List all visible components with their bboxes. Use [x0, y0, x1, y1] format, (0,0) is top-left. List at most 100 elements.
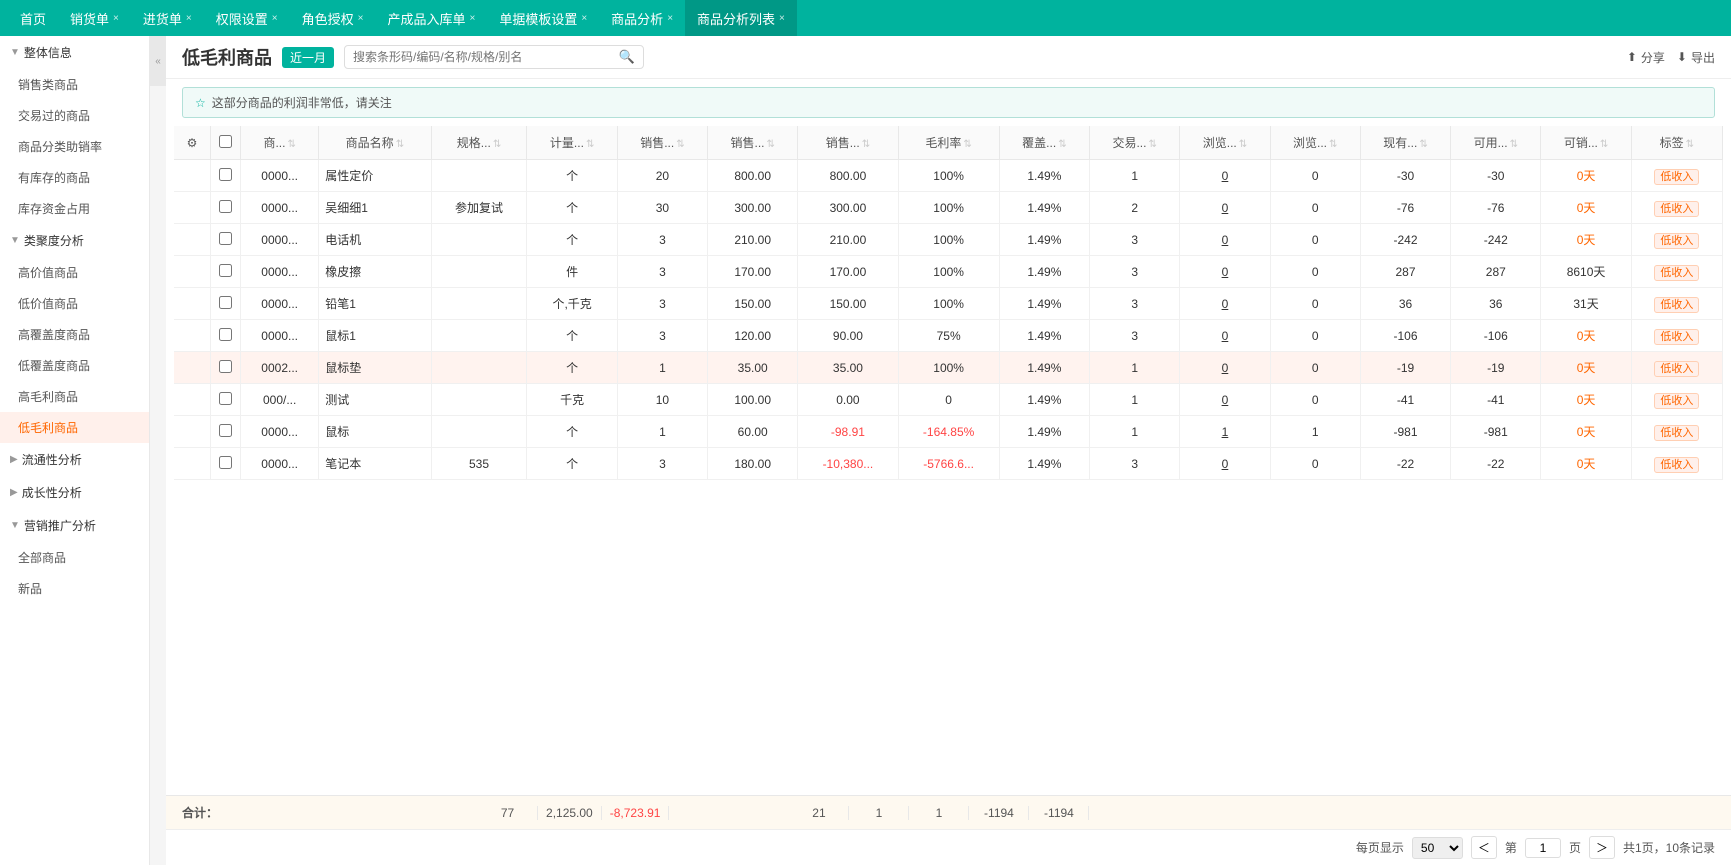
row-checkbox-3[interactable] — [211, 256, 241, 288]
col-settings[interactable]: ⚙ — [174, 126, 211, 160]
nav-goods-list-close[interactable]: × — [779, 13, 785, 24]
row-checkbox-0[interactable] — [211, 160, 241, 192]
sidebar-group-overview[interactable]: ▼ 整体信息 — [0, 36, 149, 69]
nav-permission-settings[interactable]: 权限设置 × — [204, 0, 290, 36]
page-number-input[interactable] — [1525, 838, 1561, 858]
nav-goods-close[interactable]: × — [667, 13, 673, 24]
row-name-3[interactable]: 橡皮擦 — [319, 256, 431, 288]
nav-product-close[interactable]: × — [469, 13, 475, 24]
row-browse1-5[interactable]: 0 — [1180, 320, 1270, 352]
sidebar-item-all-goods[interactable]: 全部商品 — [0, 542, 149, 573]
col-coverage[interactable]: 覆盖...⇅ — [999, 126, 1089, 160]
row-select-6[interactable] — [219, 360, 232, 373]
nav-goods-analysis[interactable]: 商品分析 × — [599, 0, 685, 36]
col-sales-amount[interactable]: 销售...⇅ — [798, 126, 898, 160]
row-name-2[interactable]: 电话机 — [319, 224, 431, 256]
sidebar-item-high-coverage[interactable]: 高覆盖度商品 — [0, 319, 149, 350]
nav-home[interactable]: 首页 — [8, 0, 58, 36]
row-name-7[interactable]: 测试 — [319, 384, 431, 416]
sidebar-item-inventory-capital[interactable]: 库存资金占用 — [0, 193, 149, 224]
row-browse1-9[interactable]: 0 — [1180, 448, 1270, 480]
sidebar-item-sales-goods[interactable]: 销售类商品 — [0, 69, 149, 100]
row-select-3[interactable] — [219, 264, 232, 277]
sidebar-item-new-goods[interactable]: 新品 — [0, 573, 149, 604]
share-button[interactable]: ⬆ 分享 — [1627, 49, 1665, 66]
nav-sales-order-close[interactable]: × — [113, 13, 119, 24]
search-input[interactable] — [353, 50, 619, 64]
page-size-select[interactable]: 50 10 20 100 — [1412, 837, 1463, 859]
row-browse1-1[interactable]: 0 — [1180, 192, 1270, 224]
row-checkbox-4[interactable] — [211, 288, 241, 320]
row-select-1[interactable] — [219, 200, 232, 213]
row-browse1-2[interactable]: 0 — [1180, 224, 1270, 256]
row-name-4[interactable]: 铅笔1 — [319, 288, 431, 320]
select-all-checkbox[interactable] — [219, 135, 232, 148]
nav-sales-order[interactable]: 销货单 × — [58, 0, 131, 36]
sidebar-item-high-value[interactable]: 高价值商品 — [0, 257, 149, 288]
row-checkbox-8[interactable] — [211, 416, 241, 448]
row-browse1-7[interactable]: 0 — [1180, 384, 1270, 416]
nav-product-instock[interactable]: 产成品入库单 × — [375, 0, 487, 36]
row-checkbox-5[interactable] — [211, 320, 241, 352]
row-checkbox-6[interactable] — [211, 352, 241, 384]
sidebar-item-traded-goods[interactable]: 交易过的商品 — [0, 100, 149, 131]
col-spec[interactable]: 规格...⇅ — [431, 126, 527, 160]
col-transaction[interactable]: 交易...⇅ — [1090, 126, 1180, 160]
nav-template-settings[interactable]: 单据模板设置 × — [487, 0, 599, 36]
search-box[interactable]: 🔍 — [344, 45, 644, 69]
nav-template-close[interactable]: × — [581, 13, 587, 24]
row-name-9[interactable]: 笔记本 — [319, 448, 431, 480]
row-browse1-0[interactable]: 0 — [1180, 160, 1270, 192]
row-select-5[interactable] — [219, 328, 232, 341]
nav-purchase-close[interactable]: × — [186, 13, 192, 24]
sidebar-item-category-sales-rate[interactable]: 商品分类助销率 — [0, 131, 149, 162]
row-browse1-4[interactable]: 0 — [1180, 288, 1270, 320]
sidebar-item-low-coverage[interactable]: 低覆盖度商品 — [0, 350, 149, 381]
row-name-8[interactable]: 鼠标 — [319, 416, 431, 448]
row-checkbox-7[interactable] — [211, 384, 241, 416]
row-browse1-8[interactable]: 1 — [1180, 416, 1270, 448]
sidebar-group-cluster[interactable]: ▼ 类聚度分析 — [0, 224, 149, 257]
row-browse1-6[interactable]: 0 — [1180, 352, 1270, 384]
sidebar-group-growth[interactable]: ▶ 成长性分析 — [0, 476, 149, 509]
col-select-all[interactable] — [211, 126, 241, 160]
col-unit[interactable]: 计量...⇅ — [527, 126, 617, 160]
nav-purchase-order[interactable]: 进货单 × — [131, 0, 204, 36]
sidebar-item-high-margin[interactable]: 高毛利商品 — [0, 381, 149, 412]
col-available[interactable]: 可用...⇅ — [1451, 126, 1541, 160]
row-select-8[interactable] — [219, 424, 232, 437]
col-code[interactable]: 商...⇅ — [241, 126, 319, 160]
row-name-0[interactable]: 属性定价 — [319, 160, 431, 192]
col-current[interactable]: 现有...⇅ — [1360, 126, 1450, 160]
sidebar-collapse-button[interactable]: « — [150, 36, 166, 86]
nav-role-auth[interactable]: 角色授权 × — [290, 0, 376, 36]
row-select-0[interactable] — [219, 168, 232, 181]
col-sellable[interactable]: 可销...⇅ — [1541, 126, 1631, 160]
col-name[interactable]: 商品名称⇅ — [319, 126, 431, 160]
export-button[interactable]: ⬇ 导出 — [1677, 49, 1715, 66]
sidebar-group-marketing[interactable]: ▼ 营销推广分析 — [0, 509, 149, 542]
sidebar-item-in-stock-goods[interactable]: 有库存的商品 — [0, 162, 149, 193]
col-sales-qty[interactable]: 销售...⇅ — [617, 126, 707, 160]
nav-permission-close[interactable]: × — [272, 13, 278, 24]
sidebar-group-circulation[interactable]: ▶ 流通性分析 — [0, 443, 149, 476]
row-checkbox-2[interactable] — [211, 224, 241, 256]
row-browse1-3[interactable]: 0 — [1180, 256, 1270, 288]
row-select-7[interactable] — [219, 392, 232, 405]
sidebar-item-low-margin[interactable]: 低毛利商品 — [0, 412, 149, 443]
col-gross-margin[interactable]: 毛利率⇅ — [898, 126, 999, 160]
col-browse1[interactable]: 浏览...⇅ — [1180, 126, 1270, 160]
row-select-2[interactable] — [219, 232, 232, 245]
prev-page-button[interactable]: ＜ — [1471, 836, 1497, 859]
row-checkbox-1[interactable] — [211, 192, 241, 224]
row-name-5[interactable]: 鼠标1 — [319, 320, 431, 352]
row-name-1[interactable]: 吴细细1 — [319, 192, 431, 224]
row-name-6[interactable]: 鼠标垫 — [319, 352, 431, 384]
next-page-button[interactable]: ＞ — [1589, 836, 1615, 859]
row-select-4[interactable] — [219, 296, 232, 309]
sidebar-item-low-value[interactable]: 低价值商品 — [0, 288, 149, 319]
filter-tag-recent-month[interactable]: 近一月 — [282, 47, 334, 68]
col-sales-price[interactable]: 销售...⇅ — [708, 126, 798, 160]
nav-goods-analysis-list[interactable]: 商品分析列表 × — [685, 0, 797, 36]
col-browse2[interactable]: 浏览...⇅ — [1270, 126, 1360, 160]
